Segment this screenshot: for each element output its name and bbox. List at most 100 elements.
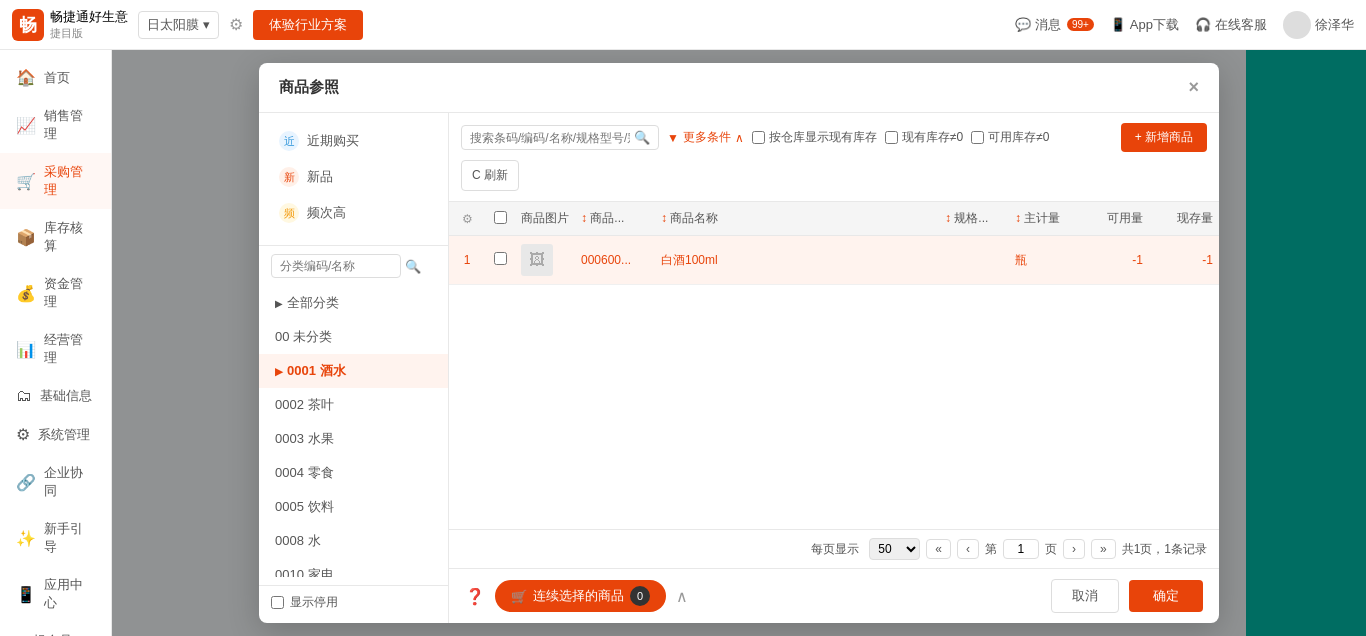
online-service-item[interactable]: 🎧 在线客服 [1195,16,1267,34]
experience-btn[interactable]: 体验行业方案 [253,10,363,40]
sidebar-item-sales[interactable]: 📈 销售管理 [0,97,111,153]
product-search-input[interactable] [470,131,630,145]
help-icon[interactable]: ❓ [465,587,485,606]
sidebar-item-home[interactable]: 🏠 首页 [0,58,111,97]
gear-icon[interactable]: ⚙ [462,212,473,226]
quick-filter-frequent[interactable]: 频 频次高 [271,197,436,229]
sort-icon-spec: ↕ [945,211,951,225]
sidebar-item-purchase[interactable]: 🛒 采购管理 [0,153,111,209]
next-page-btn[interactable]: › [1063,539,1085,559]
collapse-icon[interactable]: ∧ [676,587,688,606]
new-icon: 新 [279,167,299,187]
available-nonzero-wrap: 可用库存≠0 [971,129,1049,146]
quick-filter-recent[interactable]: 近 近期购买 [271,125,436,157]
sidebar-item-system[interactable]: ⚙ 系统管理 [0,415,111,454]
continuous-select-btn[interactable]: 🛒 连续选择的商品 0 [495,580,666,612]
row-code: 000600... [575,236,655,285]
select-all-checkbox[interactable] [494,211,507,224]
modal-toolbar: 🔍 ▼ 更多条件 ∧ 按仓库显示现有库存 [449,113,1219,202]
last-page-btn[interactable]: » [1091,539,1116,559]
modal-body: 近 近期购买 新 新品 频 频次高 [259,113,1219,623]
category-snack[interactable]: 0004 零食 [259,456,448,490]
col-header-name: ↕ 商品名称 [655,202,939,236]
operation-icon: 📊 [16,340,36,359]
confirm-button[interactable]: 确定 [1129,580,1203,612]
col-header-code: ↕ 商品... [575,202,655,236]
user-info[interactable]: 徐泽华 [1283,11,1354,39]
product-table-wrap: ⚙ 商品图片 ↕ 商品... [449,202,1219,529]
prev-page-btn[interactable]: ‹ [957,539,979,559]
col-header-unit: ↕ 主计量 [1009,202,1079,236]
apps-icon: 📱 [16,585,36,604]
row-available: -1 [1079,236,1149,285]
row-img: 🖼 [515,236,575,285]
category-tea[interactable]: 0002 茶叶 [259,388,448,422]
search-wrap: 🔍 [461,125,659,150]
category-all[interactable]: ▶ 全部分类 [259,286,448,320]
page-size-select[interactable]: 50 100 200 [869,538,920,560]
main-content: 商品参照 × 近 近期购买 新 新品 [112,50,1366,636]
refresh-btn[interactable]: C 刷新 [461,160,519,191]
warehouse-filter-wrap: 按仓库显示现有库存 [752,129,877,146]
sidebar-item-guide[interactable]: ✨ 新手引导 [0,510,111,566]
show-disabled-checkbox[interactable] [271,596,284,609]
modal-header: 商品参照 × [259,63,1219,113]
add-product-btn[interactable]: + 新增商品 [1121,123,1207,152]
system-icon: ⚙ [16,425,30,444]
sidebar-item-member[interactable]: V 畅会员 [0,622,111,636]
stock-nonzero-checkbox[interactable] [885,131,898,144]
col-header-spec: ↕ 规格... [939,202,1009,236]
product-table: ⚙ 商品图片 ↕ 商品... [449,202,1219,285]
modal-close-button[interactable]: × [1188,77,1199,98]
cart-count: 0 [630,586,650,606]
total-pages-label: 共1页，1条记录 [1122,541,1207,558]
sidebar-item-finance[interactable]: 💰 资金管理 [0,265,111,321]
category-alcohol[interactable]: ▶ 0001 酒水 [259,354,448,388]
sidebar-item-inventory[interactable]: 📦 库存核算 [0,209,111,265]
sort-icon-unit: ↕ [1015,211,1021,225]
modal-title: 商品参照 [279,78,339,97]
table-row[interactable]: 1 🖼 000600... 白酒100ml [449,236,1219,285]
app-download-item[interactable]: 📱 App下载 [1110,16,1179,34]
gear-settings-icon[interactable]: ⚙ [229,15,243,34]
category-water[interactable]: 0008 水 [259,524,448,558]
row-check [485,236,515,285]
page-number-input[interactable] [1003,539,1039,559]
message-item[interactable]: 💬 消息 99+ [1015,16,1094,34]
sort-icon: ↕ [581,211,587,225]
nav-right: 💬 消息 99+ 📱 App下载 🎧 在线客服 徐泽华 [1015,11,1354,39]
sales-icon: 📈 [16,116,36,135]
headset-icon: 🎧 [1195,17,1211,32]
available-nonzero-checkbox[interactable] [971,131,984,144]
category-fruit[interactable]: 0003 水果 [259,422,448,456]
search-icon[interactable]: 🔍 [405,259,421,274]
warehouse-filter-checkbox[interactable] [752,131,765,144]
first-page-btn[interactable]: « [926,539,951,559]
col-header-stock: 现存量 [1149,202,1219,236]
sidebar-item-basic[interactable]: 🗂 基础信息 [0,377,111,415]
category-beverage[interactable]: 0005 饮料 [259,490,448,524]
more-filter-btn[interactable]: ▼ 更多条件 ∧ [667,129,744,146]
logo-icon: 畅 [12,9,44,41]
category-appliance[interactable]: 0010 家电 [259,558,448,577]
logo-area: 畅 畅捷通好生意 捷目版 [12,8,128,41]
modal-left-panel: 近 近期购买 新 新品 频 频次高 [259,113,449,623]
quick-filter-new[interactable]: 新 新品 [271,161,436,193]
sidebar-item-operation[interactable]: 📊 经营管理 [0,321,111,377]
row-name: 白酒100ml [655,236,939,285]
purchase-icon: 🛒 [16,172,36,191]
stock-nonzero-wrap: 现有库存≠0 [885,129,963,146]
search-icon[interactable]: 🔍 [634,130,650,145]
sidebar-item-enterprise[interactable]: 🔗 企业协同 [0,454,111,510]
filter-icon: ▼ [667,131,679,145]
col-header-img: 商品图片 [515,202,575,236]
category-uncategorized[interactable]: 00 未分类 [259,320,448,354]
sidebar-item-apps[interactable]: 📱 应用中心 [0,566,111,622]
category-search-input[interactable] [271,254,401,278]
inventory-icon: 📦 [16,228,36,247]
row-checkbox[interactable] [494,252,507,265]
store-select[interactable]: 日太阳膜 ▾ [138,11,219,39]
logo-text: 畅捷通好生意 捷目版 [50,8,128,41]
row-stock: -1 [1149,236,1219,285]
cancel-button[interactable]: 取消 [1051,579,1119,613]
